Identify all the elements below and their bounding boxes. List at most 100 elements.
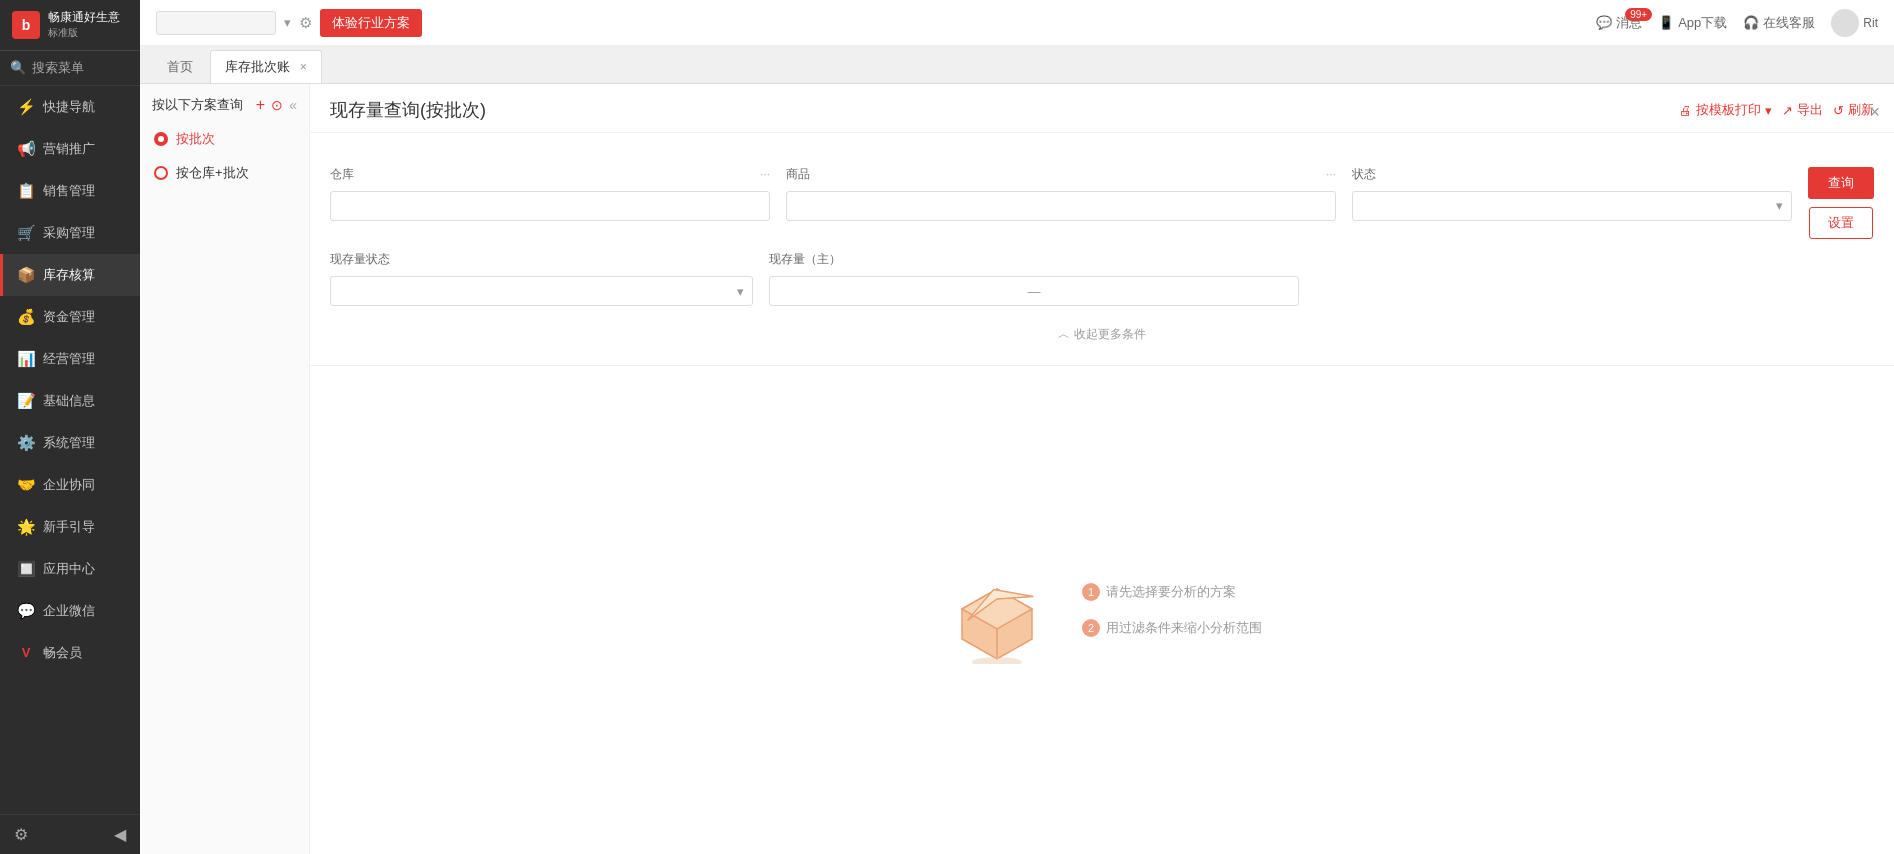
quantity-label: 现存量（主） — [769, 251, 841, 268]
settings-btn[interactable]: 设置 — [1809, 207, 1873, 239]
range-dash: — — [1028, 284, 1041, 299]
sidebar-item-finance[interactable]: 💰 资金管理 — [0, 296, 140, 338]
tab-home[interactable]: 首页 — [152, 50, 208, 83]
sidebar-item-enterprise[interactable]: 🤝 企业协同 — [0, 464, 140, 506]
sidebar-item-label: 库存核算 — [43, 266, 95, 284]
purchase-icon: 🛒 — [17, 224, 35, 242]
search-icon: 🔍 — [10, 60, 26, 75]
filter-row-2: 现存量状态 ▾ 现存量（主） — — [330, 251, 1874, 306]
empty-state: 1 请先选择要分析的方案 2 用过滤条件来缩小分析范围 — [310, 366, 1894, 854]
marketing-icon: 📢 — [17, 140, 35, 158]
sidebar-item-label: 企业协同 — [43, 476, 95, 494]
tabbar: 首页 库存批次账 × — [140, 46, 1894, 84]
query-header: 现存量查询(按批次) 🖨 按模板打印 ▾ ↗ 导出 ↺ 刷新 — [310, 84, 1894, 133]
refresh-icon: ↺ — [1833, 103, 1844, 118]
print-btn[interactable]: 🖨 按模板打印 ▾ — [1679, 101, 1772, 119]
sidebar-item-newbie[interactable]: 🌟 新手引导 — [0, 506, 140, 548]
scheme-dot-empty — [154, 166, 168, 180]
nav-search-input[interactable] — [156, 11, 276, 35]
topbar: ▾ ⚙ 体验行业方案 💬 消息 99+ 📱 App下载 🎧 在线客服 Rit — [140, 0, 1894, 46]
sidebar-header: b 畅康通好生意 标准版 — [0, 0, 140, 51]
empty-text: 1 请先选择要分析的方案 2 用过滤条件来缩小分析范围 — [1082, 579, 1262, 641]
sidebar-item-operations[interactable]: 📊 经营管理 — [0, 338, 140, 380]
warehouse-input[interactable] — [330, 191, 770, 221]
app-download-label: App下载 — [1678, 14, 1727, 32]
scheme-by-warehouse-batch[interactable]: 按仓库+批次 — [140, 156, 309, 190]
sidebar-item-label: 基础信息 — [43, 392, 95, 410]
export-btn[interactable]: ↗ 导出 — [1782, 101, 1823, 119]
username: Rit — [1863, 16, 1878, 30]
sidebar: b 畅康通好生意 标准版 🔍 搜索菜单 ⚡ 快捷导航 📢 营销推广 📋 销售管理… — [0, 0, 140, 854]
sidebar-item-sales[interactable]: 📋 销售管理 — [0, 170, 140, 212]
sidebar-item-inventory[interactable]: 📦 库存核算 — [0, 254, 140, 296]
status-label: 状态 — [1352, 166, 1376, 183]
status-dropdown-icon: ▾ — [1776, 198, 1783, 213]
collapse-more-btn[interactable]: ︿ 收起更多条件 — [330, 318, 1874, 351]
online-service-btn[interactable]: 🎧 在线客服 — [1743, 14, 1815, 32]
panel-collapse-btn[interactable]: « — [289, 97, 297, 113]
filter-conditions: 仓库 ··· 商品 ··· — [310, 133, 1894, 366]
side-close-btn[interactable]: × — [1861, 98, 1888, 127]
inventory-icon: 📦 — [17, 266, 35, 284]
user-area[interactable]: Rit — [1831, 9, 1878, 37]
enterprise-icon: 🤝 — [17, 476, 35, 494]
quantity-range-input[interactable]: — — [769, 276, 1298, 306]
sidebar-item-label: 采购管理 — [43, 224, 95, 242]
empty-hint-1: 1 请先选择要分析的方案 — [1082, 579, 1262, 605]
sidebar-item-label: 新手引导 — [43, 518, 95, 536]
finance-icon: 💰 — [17, 308, 35, 326]
sidebar-item-purchase[interactable]: 🛒 采购管理 — [0, 212, 140, 254]
filter-row-1: 仓库 ··· 商品 ··· — [330, 147, 1874, 239]
operations-icon: 📊 — [17, 350, 35, 368]
sidebar-item-label: 应用中心 — [43, 560, 95, 578]
sidebar-item-wechat[interactable]: 💬 企业微信 — [0, 590, 140, 632]
sidebar-footer: ⚙ ◀ — [0, 814, 140, 854]
scheme-label: 按批次 — [176, 130, 215, 148]
sidebar-item-label: 经营管理 — [43, 350, 95, 368]
sidebar-item-basic[interactable]: 📝 基础信息 — [0, 380, 140, 422]
sidebar-item-system[interactable]: ⚙️ 系统管理 — [0, 422, 140, 464]
scheme-settings-btn[interactable]: ⊙ — [271, 98, 283, 112]
inventory-status-label: 现存量状态 — [330, 251, 390, 268]
add-scheme-btn[interactable]: + — [256, 97, 265, 113]
nav-dropdown-btn[interactable]: ▾ — [284, 15, 291, 30]
messages-btn[interactable]: 💬 消息 99+ — [1596, 14, 1642, 32]
messages-badge: 99+ — [1625, 8, 1652, 21]
sidebar-item-marketing[interactable]: 📢 营销推广 — [0, 128, 140, 170]
empty-illustration — [942, 554, 1052, 667]
sidebar-item-appstore[interactable]: 🔲 应用中心 — [0, 548, 140, 590]
sidebar-search[interactable]: 🔍 搜索菜单 — [0, 51, 140, 86]
query-btn[interactable]: 查询 — [1808, 167, 1874, 199]
print-label: 按模板打印 — [1696, 101, 1761, 119]
sidebar-item-shortcut[interactable]: ⚡ 快捷导航 — [0, 86, 140, 128]
sidebar-item-member[interactable]: V 畅会员 — [0, 632, 140, 674]
goods-input[interactable] — [786, 191, 1336, 221]
tab-close-btn[interactable]: × — [300, 60, 307, 74]
wechat-icon: 💬 — [17, 602, 35, 620]
svg-point-4 — [972, 657, 1022, 664]
app-download-btn[interactable]: 📱 App下载 — [1658, 14, 1727, 32]
newbie-icon: 🌟 — [17, 518, 35, 536]
goods-more-btn[interactable]: ··· — [1326, 167, 1336, 181]
collapse-icon[interactable]: ◀ — [114, 825, 126, 844]
experience-btn[interactable]: 体验行业方案 — [320, 9, 422, 37]
query-area: 现存量查询(按批次) 🖨 按模板打印 ▾ ↗ 导出 ↺ 刷新 — [310, 84, 1894, 854]
settings-icon[interactable]: ⚙ — [14, 825, 28, 844]
tab-inventory-batch[interactable]: 库存批次账 × — [210, 50, 322, 83]
phone-icon: 📱 — [1658, 15, 1674, 30]
brand-edition: 标准版 — [48, 26, 120, 40]
hint1-num: 1 — [1082, 583, 1100, 601]
appstore-icon: 🔲 — [17, 560, 35, 578]
logo-text: b — [22, 17, 31, 33]
filter-panel-actions: + ⊙ « — [256, 97, 297, 113]
scheme-by-batch[interactable]: 按批次 — [140, 122, 309, 156]
inventory-status-select[interactable]: ▾ — [330, 276, 753, 306]
service-icon: 🎧 — [1743, 15, 1759, 30]
filter-warehouse-field: 仓库 ··· — [330, 166, 770, 221]
system-icon: ⚙️ — [17, 434, 35, 452]
empty-hint-2: 2 用过滤条件来缩小分析范围 — [1082, 615, 1262, 641]
warehouse-label: 仓库 — [330, 166, 354, 183]
warehouse-more-btn[interactable]: ··· — [760, 167, 770, 181]
status-select[interactable]: ▾ — [1352, 191, 1792, 221]
topbar-gear-btn[interactable]: ⚙ — [299, 14, 312, 32]
